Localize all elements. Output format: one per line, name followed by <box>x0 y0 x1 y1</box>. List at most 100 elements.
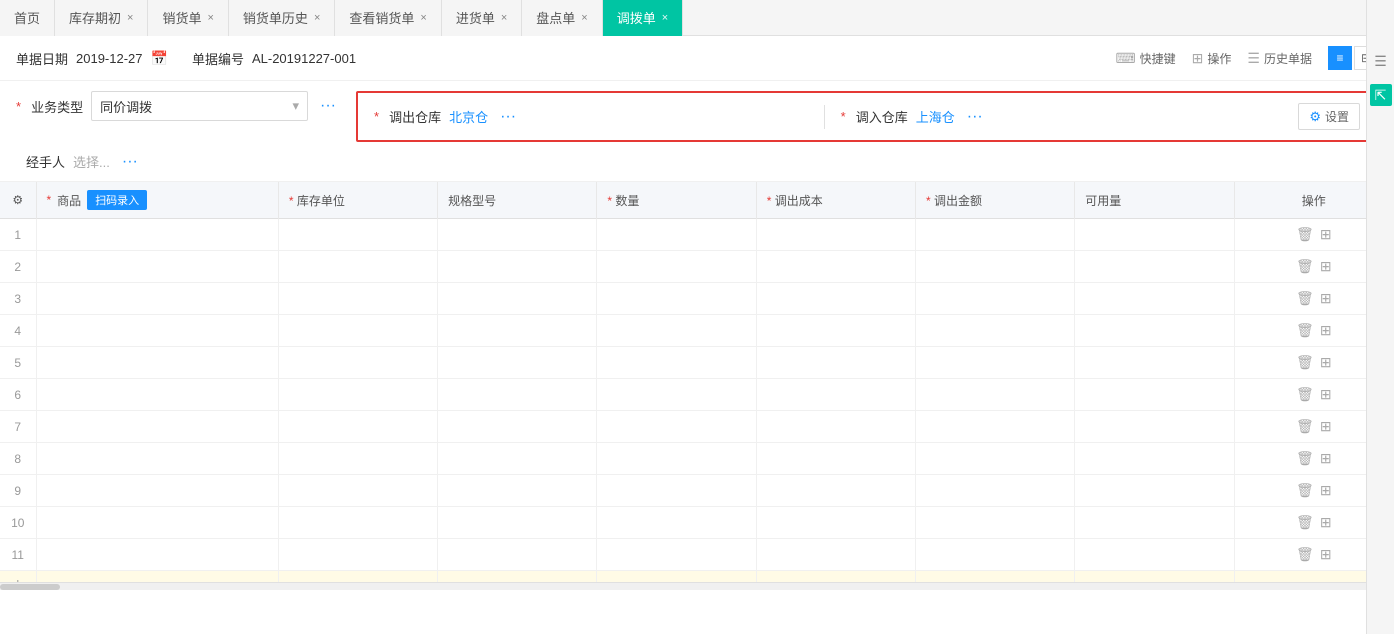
cell-amount[interactable] <box>916 379 1075 411</box>
cell-qty[interactable] <box>597 507 756 539</box>
copy-icon[interactable]: ⊞ <box>1320 258 1332 275</box>
cell-spec[interactable] <box>438 283 597 315</box>
delete-icon[interactable]: 🗑 <box>1296 418 1314 435</box>
sidebar-list-icon[interactable]: ☰ <box>1370 50 1392 72</box>
close-icon[interactable]: × <box>501 12 507 24</box>
cell-product[interactable] <box>36 315 278 347</box>
cell-unit[interactable] <box>278 379 437 411</box>
copy-icon[interactable]: ⊞ <box>1320 482 1332 499</box>
close-icon[interactable]: × <box>127 12 133 24</box>
delete-icon[interactable]: 🗑 <box>1296 354 1314 371</box>
cell-amount[interactable] <box>916 411 1075 443</box>
cell-cost[interactable] <box>756 411 915 443</box>
copy-icon[interactable]: ⊞ <box>1320 514 1332 531</box>
cell-unit[interactable] <box>278 283 437 315</box>
tab-sales-history[interactable]: 销货单历史 × <box>229 0 335 36</box>
cell-amount[interactable] <box>916 507 1075 539</box>
delete-icon[interactable]: 🗑 <box>1296 514 1314 531</box>
cell-spec[interactable] <box>438 539 597 571</box>
cell-spec[interactable] <box>438 219 597 251</box>
cell-product[interactable] <box>36 283 278 315</box>
cell-amount[interactable] <box>916 539 1075 571</box>
cell-unit[interactable] <box>278 251 437 283</box>
scrollbar-thumb[interactable] <box>0 584 60 590</box>
in-warehouse-value[interactable]: 上海仓 <box>916 107 955 126</box>
cell-unit[interactable] <box>278 411 437 443</box>
cell-cost[interactable] <box>756 507 915 539</box>
tab-inventory-check[interactable]: 盘点单 × <box>522 0 602 36</box>
cell-qty[interactable] <box>597 475 756 507</box>
cell-qty[interactable] <box>597 315 756 347</box>
business-type-input[interactable]: 同价调拨 ▾ <box>91 91 308 121</box>
cell-amount[interactable] <box>916 219 1075 251</box>
cell-spec[interactable] <box>438 347 597 379</box>
tab-view-sales[interactable]: 查看销货单 × <box>335 0 441 36</box>
copy-icon[interactable]: ⊞ <box>1320 386 1332 403</box>
cell-amount[interactable] <box>916 251 1075 283</box>
horizontal-scrollbar[interactable] <box>0 582 1394 590</box>
cell-product[interactable] <box>36 443 278 475</box>
delete-icon[interactable]: 🗑 <box>1296 290 1314 307</box>
cell-spec[interactable] <box>438 379 597 411</box>
close-icon[interactable]: × <box>420 12 426 24</box>
cell-unit[interactable] <box>278 475 437 507</box>
cell-qty[interactable] <box>597 347 756 379</box>
more-button[interactable]: ··· <box>320 97 336 115</box>
sidebar-expand-icon[interactable]: ⇱ <box>1370 84 1392 106</box>
cell-unit[interactable] <box>278 539 437 571</box>
tab-home[interactable]: 首页 <box>0 0 55 36</box>
cell-spec[interactable] <box>438 251 597 283</box>
copy-icon[interactable]: ⊞ <box>1320 226 1332 243</box>
copy-icon[interactable]: ⊞ <box>1320 418 1332 435</box>
close-icon[interactable]: × <box>314 12 320 24</box>
delete-icon[interactable]: 🗑 <box>1296 450 1314 467</box>
cell-cost[interactable] <box>756 315 915 347</box>
cell-product[interactable] <box>36 507 278 539</box>
dropdown-icon[interactable]: ▾ <box>292 98 299 114</box>
tab-inventory-init[interactable]: 库存期初 × <box>55 0 148 36</box>
cell-cost[interactable] <box>756 443 915 475</box>
cell-unit[interactable] <box>278 219 437 251</box>
cell-spec[interactable] <box>438 507 597 539</box>
delete-icon[interactable]: 🗑 <box>1296 386 1314 403</box>
delete-icon[interactable]: 🗑 <box>1296 258 1314 275</box>
cell-amount[interactable] <box>916 283 1075 315</box>
cell-spec[interactable] <box>438 411 597 443</box>
layout-btn-list[interactable]: ≡ <box>1328 46 1352 70</box>
delete-icon[interactable]: 🗑 <box>1296 482 1314 499</box>
cell-qty[interactable] <box>597 251 756 283</box>
copy-icon[interactable]: ⊞ <box>1320 290 1332 307</box>
delete-icon[interactable]: 🗑 <box>1296 322 1314 339</box>
cell-unit[interactable] <box>278 507 437 539</box>
cell-product[interactable] <box>36 539 278 571</box>
tab-sales-order[interactable]: 销货单 × <box>148 0 228 36</box>
out-warehouse-more-btn[interactable]: ··· <box>500 108 516 126</box>
cell-amount[interactable] <box>916 347 1075 379</box>
delete-icon[interactable]: 🗑 <box>1296 226 1314 243</box>
cell-product[interactable] <box>36 411 278 443</box>
out-warehouse-value[interactable]: 北京仓 <box>449 107 488 126</box>
cell-qty[interactable] <box>597 283 756 315</box>
person-select[interactable]: 选择... <box>73 152 110 171</box>
close-icon[interactable]: × <box>207 12 213 24</box>
cell-cost[interactable] <box>756 283 915 315</box>
in-warehouse-more-btn[interactable]: ··· <box>967 108 983 126</box>
tab-transfer-order[interactable]: 调拨单 × <box>603 0 683 36</box>
cell-cost[interactable] <box>756 379 915 411</box>
cell-unit[interactable] <box>278 443 437 475</box>
cell-cost[interactable] <box>756 219 915 251</box>
cell-spec[interactable] <box>438 475 597 507</box>
close-icon[interactable]: × <box>581 12 587 24</box>
copy-icon[interactable]: ⊞ <box>1320 546 1332 563</box>
cell-cost[interactable] <box>756 251 915 283</box>
copy-icon[interactable]: ⊞ <box>1320 354 1332 371</box>
cell-cost[interactable] <box>756 475 915 507</box>
cell-product[interactable] <box>36 251 278 283</box>
cell-cost[interactable] <box>756 539 915 571</box>
operations-action[interactable]: ⊞ 操作 <box>1192 50 1232 67</box>
person-more-btn[interactable]: ··· <box>122 153 138 171</box>
cell-cost[interactable] <box>756 347 915 379</box>
cell-qty[interactable] <box>597 379 756 411</box>
tab-purchase-order[interactable]: 进货单 × <box>442 0 522 36</box>
calendar-icon[interactable]: 📅 <box>151 50 168 67</box>
